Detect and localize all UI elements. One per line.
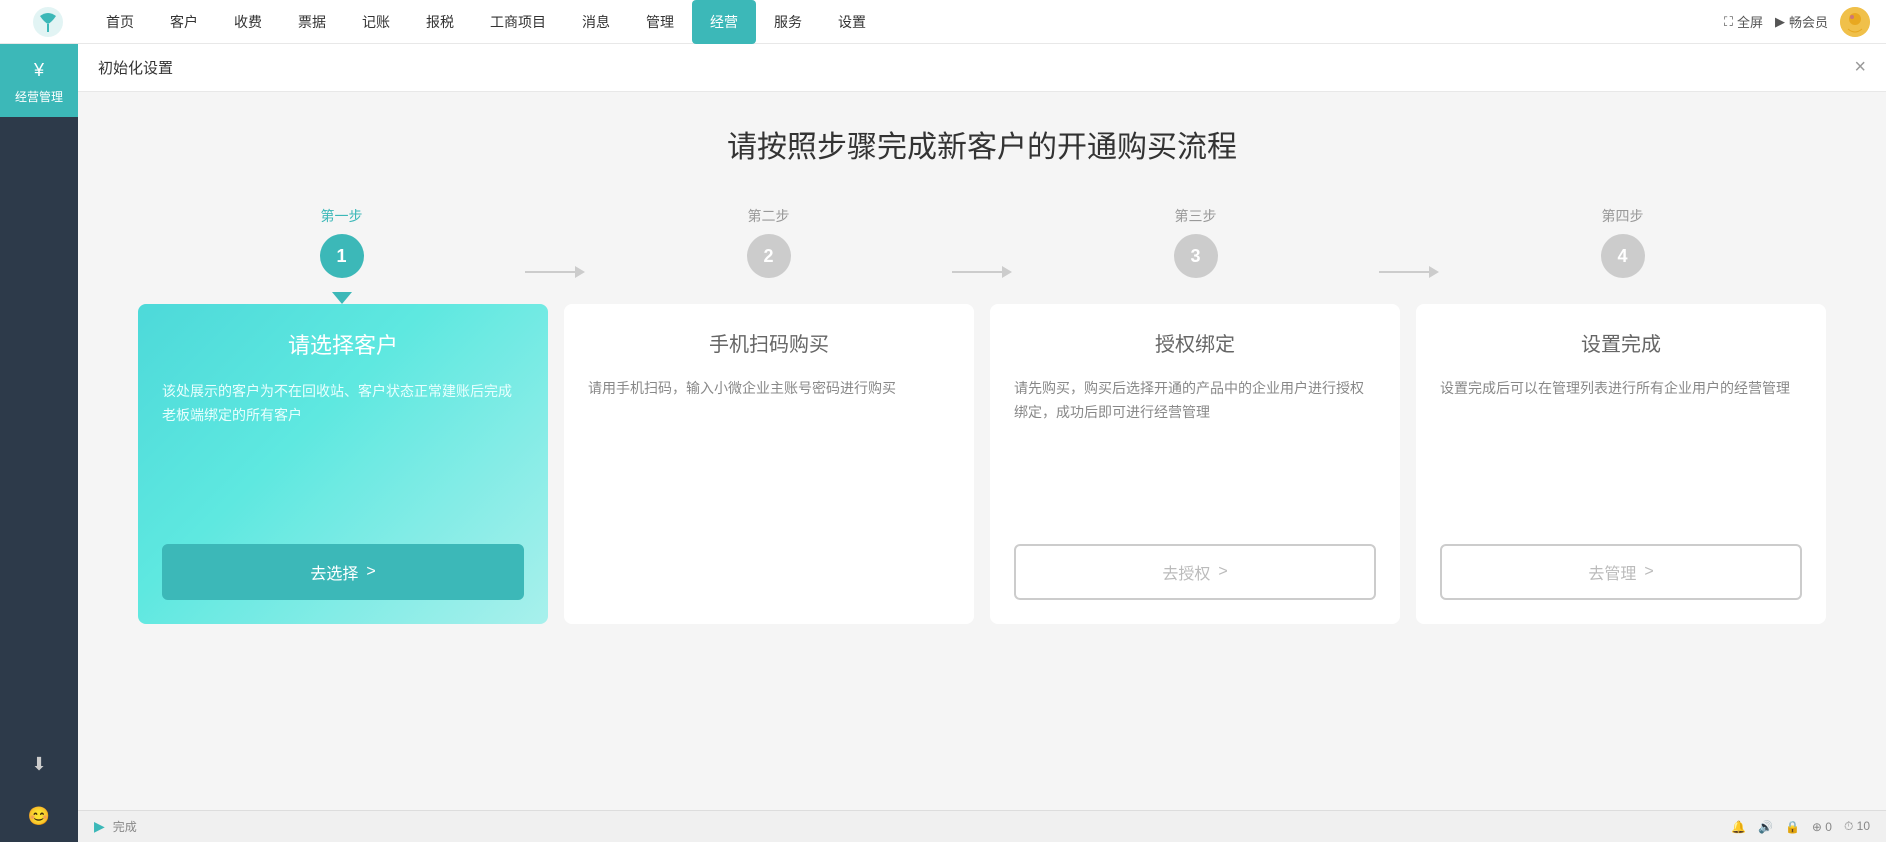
step-circle-1: 1 <box>320 234 364 278</box>
step-block-3: 第三步 3 <box>1012 206 1379 278</box>
status-bar: ▶ 完成 🔔 🔊 🔒 ⊕ 0 ⏱ 10 <box>78 810 1886 842</box>
step-block-4: 第四步 4 <box>1439 206 1806 278</box>
help-icon: 😊 <box>25 802 53 830</box>
step-label-1: 第一步 <box>321 206 363 226</box>
operation-icon: ¥ <box>25 56 53 84</box>
arrow-line-1 <box>525 271 575 273</box>
avatar[interactable] <box>1840 7 1870 37</box>
fullscreen-icon: ⛶ <box>1724 14 1733 30</box>
top-nav: 首页 客户 收费 票据 记账 报税 工商项目 消息 管理 经营 服务 设置 ⛶ … <box>0 0 1886 44</box>
sidebar-help[interactable]: 😊 <box>0 790 78 842</box>
sidebar-bottom: ⬇ 😊 <box>0 738 78 842</box>
step-card-4: 设置完成 设置完成后可以在管理列表进行所有企业用户的经营管理 去管理 > <box>1416 304 1826 624</box>
nav-operation[interactable]: 经营 <box>692 0 756 44</box>
go-select-arrow: > <box>366 563 375 581</box>
card-title-2: 手机扫码购买 <box>588 328 950 357</box>
step-circle-2: 2 <box>747 234 791 278</box>
card-desc-1: 该处展示的客户为不在回收站、客户状态正常建账后完成老板端绑定的所有客户 <box>162 380 524 520</box>
go-authorize-button[interactable]: 去授权 > <box>1014 544 1376 600</box>
nav-tax[interactable]: 报税 <box>408 0 472 44</box>
arrow-head-2 <box>1002 266 1012 278</box>
play-button[interactable]: ▶ <box>94 818 105 835</box>
vip-icon: ▶ <box>1775 14 1785 30</box>
nav-account[interactable]: 记账 <box>344 0 408 44</box>
cards-row: 请选择客户 该处展示的客户为不在回收站、客户状态正常建账后完成老板端绑定的所有客… <box>138 304 1826 624</box>
step-block-2: 第二步 2 <box>585 206 952 278</box>
content-area: 初始化设置 × 请按照步骤完成新客户的开通购买流程 第一步 1 第 <box>78 44 1886 842</box>
status-left: ▶ 完成 <box>94 818 137 835</box>
step-card-1: 请选择客户 该处展示的客户为不在回收站、客户状态正常建账后完成老板端绑定的所有客… <box>138 304 548 624</box>
sidebar: ¥ 经营管理 ⬇ 😊 <box>0 44 78 842</box>
page-header: 初始化设置 × <box>78 44 1886 92</box>
sidebar-download[interactable]: ⬇ <box>0 738 78 790</box>
go-authorize-arrow: > <box>1218 563 1227 581</box>
go-manage-arrow: > <box>1644 563 1653 581</box>
status-label: 完成 <box>113 818 137 835</box>
nav-items: 首页 客户 收费 票据 记账 报税 工商项目 消息 管理 经营 服务 设置 <box>88 0 1724 44</box>
step-arrow-2 <box>952 266 1012 278</box>
step-circle-4: 4 <box>1601 234 1645 278</box>
card-desc-2: 请用手机扫码，输入小微企业主账号密码进行购买 <box>588 377 950 600</box>
main-title: 请按照步骤完成新客户的开通购买流程 <box>138 122 1826 166</box>
vip-button[interactable]: ▶ 畅会员 <box>1775 12 1828 31</box>
nav-message[interactable]: 消息 <box>564 0 628 44</box>
step-active-indicator <box>332 292 352 304</box>
arrow-head-3 <box>1429 266 1439 278</box>
go-select-button[interactable]: 去选择 > <box>162 544 524 600</box>
vip-label: 畅会员 <box>1789 12 1828 31</box>
go-select-label: 去选择 <box>310 560 358 584</box>
volume-icon: 🔊 <box>1758 820 1773 834</box>
arrow-head-1 <box>575 266 585 278</box>
nav-customer[interactable]: 客户 <box>152 0 216 44</box>
card-title-4: 设置完成 <box>1440 328 1802 357</box>
step-circle-3: 3 <box>1174 234 1218 278</box>
notification-icon: 🔔 <box>1731 820 1746 834</box>
arrow-line-3 <box>1379 271 1429 273</box>
status-right: 🔔 🔊 🔒 ⊕ 0 ⏱ 10 <box>1731 819 1870 834</box>
fullscreen-button[interactable]: ⛶ 全屏 <box>1724 12 1763 31</box>
page-title: 初始化设置 <box>98 57 173 78</box>
steps-row: 第一步 1 第二步 2 <box>138 206 1826 278</box>
step-card-3: 授权绑定 请先购买，购买后选择开通的产品中的企业用户进行授权绑定，成功后即可进行… <box>990 304 1400 624</box>
step-label-4: 第四步 <box>1602 206 1644 226</box>
nav-industry[interactable]: 工商项目 <box>472 0 564 44</box>
step-label-2: 第二步 <box>748 206 790 226</box>
logo-icon <box>16 6 80 38</box>
nav-settings[interactable]: 设置 <box>820 0 884 44</box>
step-label-3: 第三步 <box>1175 206 1217 226</box>
nav-manage[interactable]: 管理 <box>628 0 692 44</box>
step-arrow-3 <box>1379 266 1439 278</box>
card-desc-3: 请先购买，购买后选择开通的产品中的企业用户进行授权绑定，成功后即可进行经营管理 <box>1014 377 1376 520</box>
nav-fee[interactable]: 收费 <box>216 0 280 44</box>
go-manage-button[interactable]: 去管理 > <box>1440 544 1802 600</box>
card-desc-4: 设置完成后可以在管理列表进行所有企业用户的经营管理 <box>1440 377 1802 520</box>
fullscreen-label: 全屏 <box>1737 12 1763 31</box>
nav-service[interactable]: 服务 <box>756 0 820 44</box>
card-title-3: 授权绑定 <box>1014 328 1376 357</box>
arrow-line-2 <box>952 271 1002 273</box>
timer-count: ⏱ 10 <box>1844 819 1870 834</box>
nav-right: ⛶ 全屏 ▶ 畅会员 <box>1724 7 1870 37</box>
go-authorize-label: 去授权 <box>1162 560 1210 584</box>
main-layout: ¥ 经营管理 ⬇ 😊 初始化设置 × 请按照步骤完成新客户的开通购买流程 <box>0 44 1886 842</box>
go-manage-label: 去管理 <box>1588 560 1636 584</box>
download-icon: ⬇ <box>25 750 53 778</box>
nav-home[interactable]: 首页 <box>88 0 152 44</box>
close-button[interactable]: × <box>1854 56 1866 79</box>
page-content: 请按照步骤完成新客户的开通购买流程 第一步 1 第二步 2 <box>78 92 1886 810</box>
lock-icon: 🔒 <box>1785 820 1800 834</box>
card-title-1: 请选择客户 <box>162 328 524 360</box>
sidebar-item-label: 经营管理 <box>15 88 63 105</box>
sidebar-item-operation[interactable]: ¥ 经营管理 <box>0 44 78 117</box>
step-block-1: 第一步 1 <box>158 206 525 278</box>
step-arrow-1 <box>525 266 585 278</box>
nav-bill[interactable]: 票据 <box>280 0 344 44</box>
step-card-2: 手机扫码购买 请用手机扫码，输入小微企业主账号密码进行购买 <box>564 304 974 624</box>
add-count: ⊕ 0 <box>1812 820 1832 834</box>
